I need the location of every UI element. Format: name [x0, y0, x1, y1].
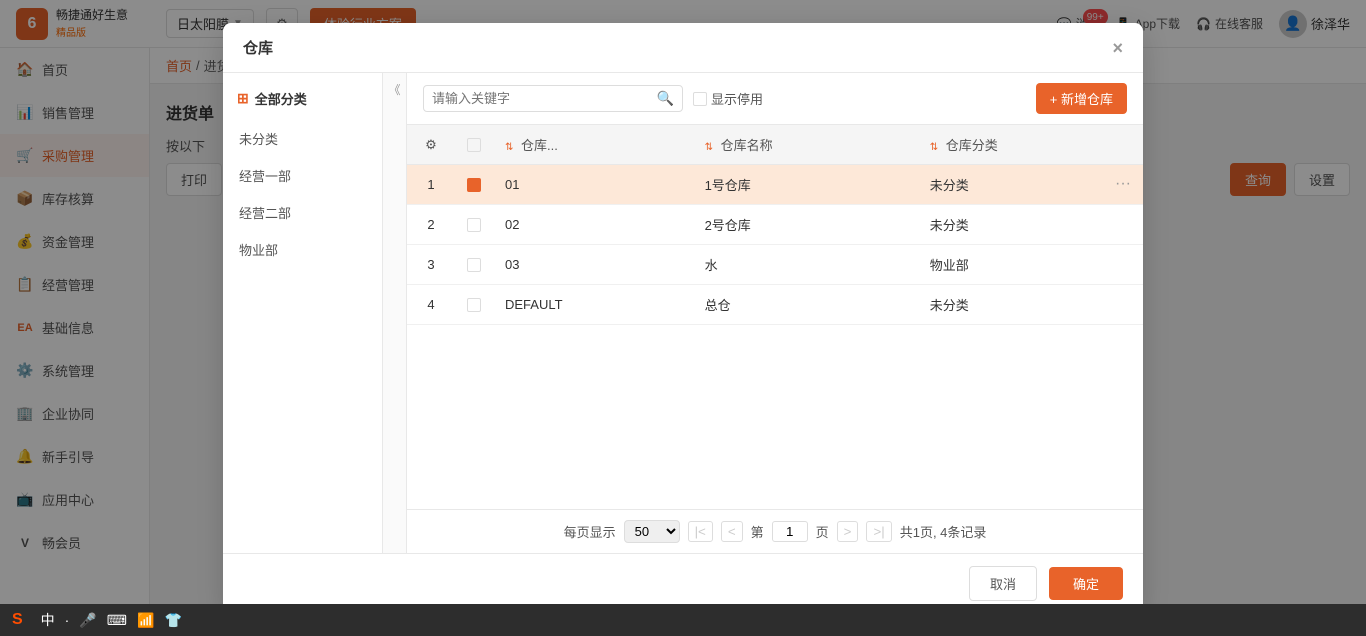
select-all-checkbox[interactable] [467, 138, 481, 152]
row-category: 物业部 [918, 245, 1143, 285]
row-checkbox[interactable] [455, 165, 493, 205]
modal-header: 仓库 × [223, 23, 1143, 73]
row-index: 1 [407, 165, 455, 205]
row-category: 未分类 [918, 205, 1143, 245]
row-name: 2号仓库 [693, 205, 918, 245]
row-name: 1号仓库 [693, 165, 918, 205]
col-code: ⇅ 仓库... [493, 125, 693, 165]
modal-close-button[interactable]: × [1112, 39, 1123, 57]
col-checkbox [455, 125, 493, 165]
row-checkbox[interactable] [455, 245, 493, 285]
search-icon[interactable]: 🔍 [657, 90, 674, 107]
category-sidebar: ⊞ 全部分类 未分类 经营一部 经营二部 物业部 [223, 73, 383, 553]
network-icon[interactable]: 📶 [137, 612, 154, 629]
add-warehouse-button[interactable]: + 新增仓库 [1036, 83, 1127, 114]
prev-page-button[interactable]: < [721, 521, 743, 542]
row-code: 01 [493, 165, 693, 205]
modal-main-panel: 🔍 显示停用 + 新增仓库 ⚙ [407, 73, 1143, 553]
table-body: 1 01 1号仓库 未分类 ··· [407, 165, 1143, 325]
table-row[interactable]: 4 DEFAULT 总仓 未分类 [407, 285, 1143, 325]
page-size-select[interactable]: 50 100 200 [624, 520, 680, 543]
modal-backdrop: 仓库 × ⊞ 全部分类 未分类 经营一部 经营二部 物业部 《 [0, 0, 1366, 636]
bottom-bar: S 中 · 🎤 ⌨ 📶 👕 [0, 604, 1366, 636]
category-item-property[interactable]: 物业部 [223, 231, 382, 268]
table-row[interactable]: 2 02 2号仓库 未分类 [407, 205, 1143, 245]
row-checkbox[interactable] [455, 285, 493, 325]
search-box: 🔍 [423, 85, 683, 112]
row-actions-icon[interactable]: ··· [1115, 175, 1131, 193]
mic-icon[interactable]: 🎤 [79, 612, 96, 629]
pagination: 每页显示 50 100 200 |< < 第 页 > >| 共1页, 4条记录 [407, 509, 1143, 553]
last-page-button[interactable]: >| [866, 521, 891, 542]
table-row[interactable]: 3 03 水 物业部 [407, 245, 1143, 285]
row-name: 总仓 [693, 285, 918, 325]
first-page-button[interactable]: |< [688, 521, 713, 542]
sort-icon-category: ⇅ [930, 142, 938, 153]
category-item-unclassified[interactable]: 未分类 [223, 120, 382, 157]
dot-icon: · [65, 612, 70, 628]
row-index: 2 [407, 205, 455, 245]
row-index: 3 [407, 245, 455, 285]
search-input[interactable] [432, 91, 657, 106]
keyboard-icon[interactable]: ⌨ [107, 612, 127, 629]
category-header: ⊞ 全部分类 [223, 81, 382, 120]
sort-icon-name: ⇅ [705, 142, 713, 153]
table-row[interactable]: 1 01 1号仓库 未分类 ··· [407, 165, 1143, 205]
warehouse-table: ⚙ ⇅ 仓库... ⇅ 仓库名称 [407, 125, 1143, 509]
page-number-input[interactable] [772, 521, 808, 542]
row-code: 02 [493, 205, 693, 245]
row-code: DEFAULT [493, 285, 693, 325]
sort-icon-code: ⇅ [505, 142, 513, 153]
category-item-dept2[interactable]: 经营二部 [223, 194, 382, 231]
row-code: 03 [493, 245, 693, 285]
shirt-icon: 👕 [164, 612, 181, 629]
sidebar-collapse-button[interactable]: 《 [383, 73, 407, 553]
bottom-logo: S [12, 611, 23, 629]
confirm-button[interactable]: 确定 [1049, 567, 1123, 600]
row-name: 水 [693, 245, 918, 285]
row-checkbox[interactable] [455, 205, 493, 245]
chinese-icon[interactable]: 中 [41, 610, 55, 630]
disabled-checkbox[interactable] [693, 92, 707, 106]
modal-title: 仓库 [243, 37, 273, 58]
grid-icon: ⊞ [237, 90, 249, 107]
row-index: 4 [407, 285, 455, 325]
total-info: 共1页, 4条记录 [900, 522, 987, 541]
next-page-button[interactable]: > [837, 521, 859, 542]
col-name: ⇅ 仓库名称 [693, 125, 918, 165]
warehouse-data-table: ⚙ ⇅ 仓库... ⇅ 仓库名称 [407, 125, 1143, 325]
row-category: 未分类 [918, 285, 1143, 325]
modal-toolbar: 🔍 显示停用 + 新增仓库 [407, 73, 1143, 125]
category-item-dept1[interactable]: 经营一部 [223, 157, 382, 194]
show-disabled-checkbox[interactable]: 显示停用 [693, 89, 763, 108]
cancel-button[interactable]: 取消 [969, 566, 1037, 601]
col-gear: ⚙ [407, 125, 455, 165]
warehouse-modal: 仓库 × ⊞ 全部分类 未分类 经营一部 经营二部 物业部 《 [223, 23, 1143, 613]
modal-body: ⊞ 全部分类 未分类 经营一部 经营二部 物业部 《 🔍 [223, 73, 1143, 553]
col-category: ⇅ 仓库分类 [918, 125, 1143, 165]
table-header: ⚙ ⇅ 仓库... ⇅ 仓库名称 [407, 125, 1143, 165]
row-category: 未分类 ··· [918, 165, 1143, 205]
